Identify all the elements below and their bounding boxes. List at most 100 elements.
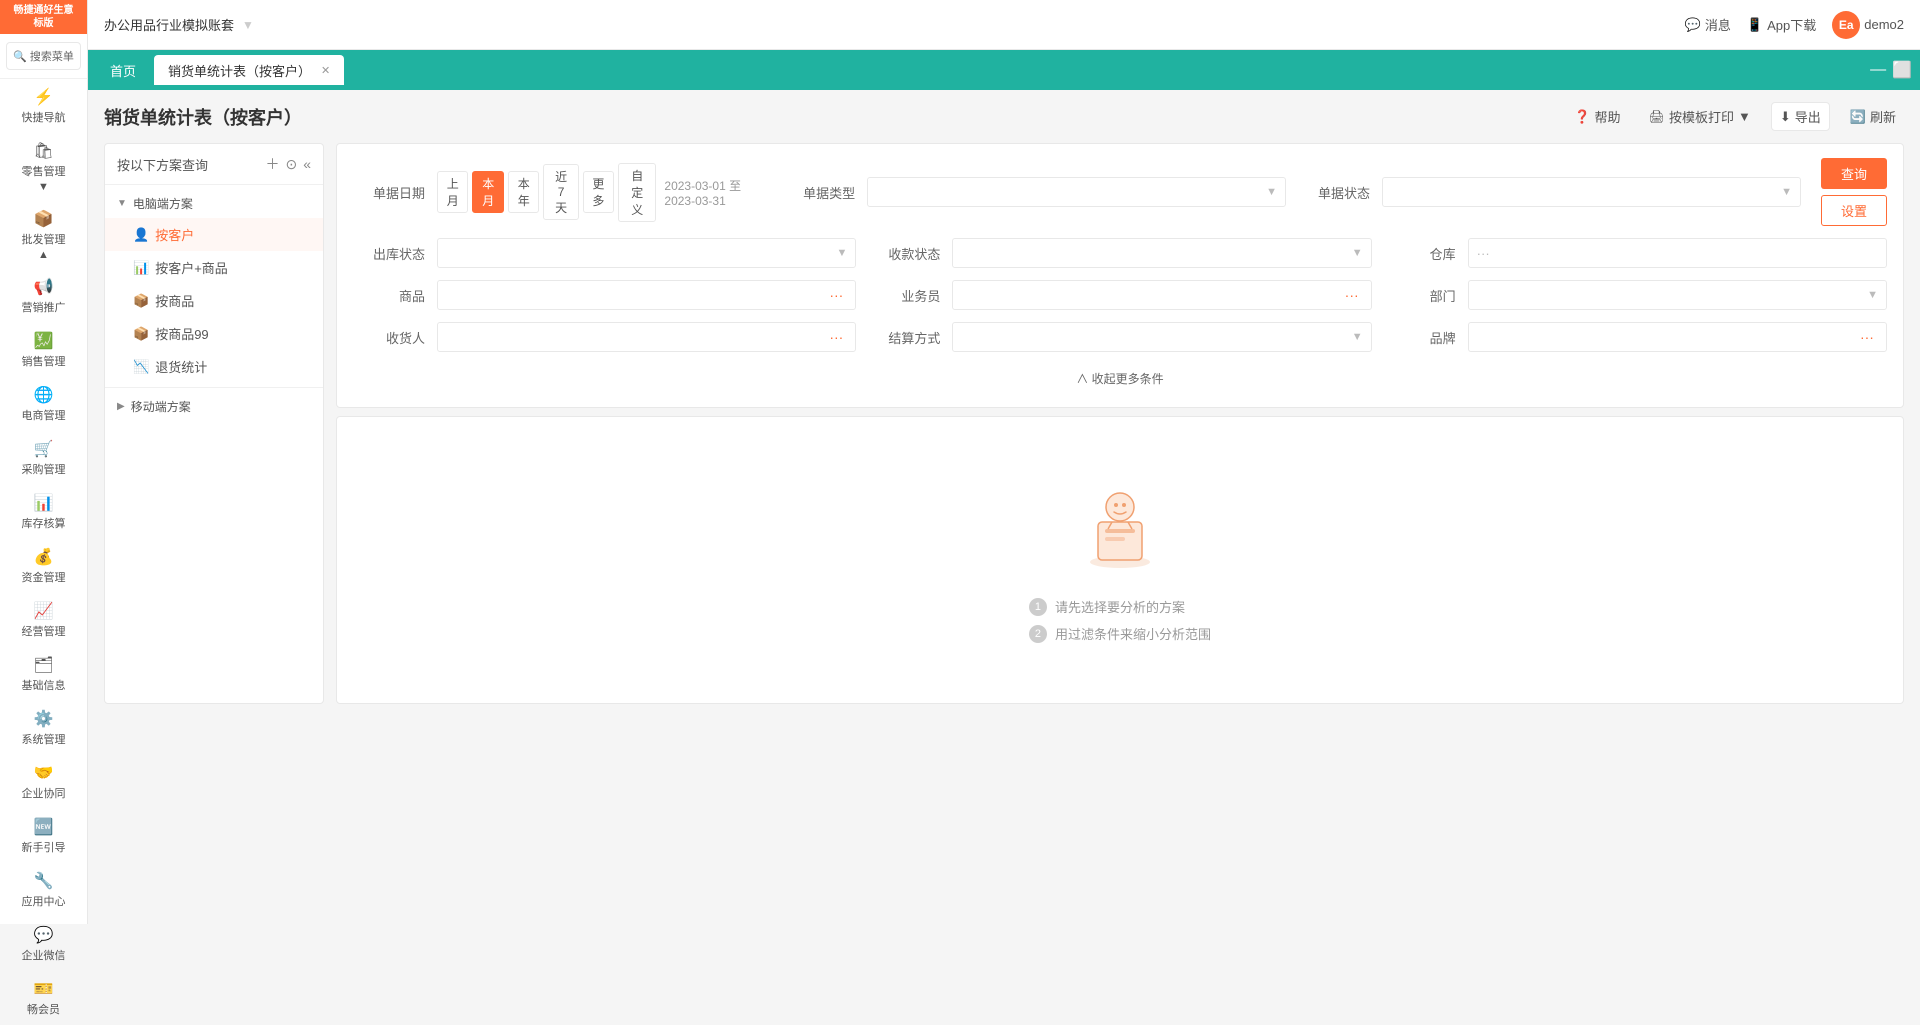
empty-hints: 1 请先选择要分析的方案 2 用过滤条件来缩小分析范围 <box>1029 597 1211 643</box>
query-button[interactable]: 查询 <box>1821 158 1887 189</box>
page-container: 销货单统计表（按客户） ❓ 帮助 🖨 按模板打印 ▼ ⬇ 导出 <box>88 90 1920 716</box>
department-select[interactable]: ▼ <box>1468 280 1887 310</box>
help-button[interactable]: ❓ 帮助 <box>1566 103 1628 130</box>
retail-icon: 🛍 <box>33 141 53 161</box>
sidebar-item-retail[interactable]: 🛍 零售管理 ▼ <box>0 133 87 201</box>
header-right: 💬 消息 📱 App下载 Ea demo2 <box>1685 11 1904 39</box>
print-icon: 🖨 <box>1648 109 1665 125</box>
setting-button[interactable]: 设置 <box>1821 195 1887 226</box>
empty-hint-1: 1 请先选择要分析的方案 <box>1029 597 1211 616</box>
ecommerce-icon: 🌐 <box>34 385 54 405</box>
salesperson-select[interactable]: ··· <box>952 280 1371 310</box>
system-icon: ⚙️ <box>34 709 54 729</box>
sidebar-item-member[interactable]: 🎫 畅会员 <box>0 971 87 1025</box>
doc-status-select[interactable]: ▼ <box>1382 177 1801 207</box>
tab-maximize-icon[interactable]: ⬜ <box>1892 60 1912 80</box>
scheme-item-customer-product[interactable]: 📊 按客户+商品 <box>105 251 323 284</box>
messages-button[interactable]: 💬 消息 <box>1685 15 1731 34</box>
help-icon: ❓ <box>1574 109 1590 125</box>
scheme-settings-button[interactable]: ⊙ <box>285 156 297 173</box>
brand-select[interactable]: ··· <box>1468 322 1887 352</box>
salesperson-label: 业务员 <box>868 286 940 305</box>
main-area: 办公用品行业模拟账套 ▼ 💬 消息 📱 App下载 Ea demo2 首页 <box>88 0 1920 924</box>
this-year-btn[interactable]: 本年 <box>508 171 539 213</box>
sidebar-item-marketing[interactable]: 📢 营销推广 <box>0 269 87 323</box>
brand-label: 品牌 <box>1384 328 1456 347</box>
scheme-add-button[interactable]: ＋ <box>265 154 279 174</box>
scheme-header: 按以下方案查询 ＋ ⊙ « <box>105 144 323 185</box>
sidebar-item-quicknav[interactable]: ⚡ 快捷导航 <box>0 79 87 133</box>
out-status-select[interactable]: ▼ <box>437 238 856 268</box>
scheme-group-mobile: ▶ 移动端方案 <box>105 388 323 425</box>
sidebar-item-inventory[interactable]: 📊 库存核算 <box>0 485 87 539</box>
warehouse-select[interactable]: ··· <box>1468 238 1887 268</box>
sidebar-item-sales[interactable]: 💹 销售管理 <box>0 323 87 377</box>
more-btn[interactable]: 更多 <box>583 171 614 213</box>
sidebar-item-enterprise[interactable]: 🤝 企业协同 <box>0 755 87 809</box>
brand-dots-icon[interactable]: ··· <box>1856 329 1878 345</box>
receiver-dots-icon[interactable]: ··· <box>825 329 847 345</box>
mobile-group-arrow-icon: ▶ <box>117 401 125 412</box>
export-button[interactable]: ⬇ 导出 <box>1771 102 1830 131</box>
this-month-btn[interactable]: 本月 <box>472 171 503 213</box>
last-7-days-btn[interactable]: 近7天 <box>543 164 578 220</box>
settlement-select[interactable]: ▼ <box>952 322 1371 352</box>
sidebar-item-finance[interactable]: 💰 资金管理 <box>0 539 87 593</box>
scheme-collapse-button[interactable]: « <box>303 156 311 172</box>
scheme-item-by-product[interactable]: 📦 按商品 <box>105 284 323 317</box>
tab-close-icon[interactable]: ✕ <box>321 64 330 77</box>
sidebar-item-wholesale[interactable]: 📦 批发管理 ▲ <box>0 201 87 269</box>
sidebar-item-basicinfo[interactable]: 🗂 基础信息 <box>0 647 87 701</box>
filter-row-4: 收货人 ··· 结算方式 ▼ 品牌 <box>353 322 1887 352</box>
main-panel: 按以下方案查询 ＋ ⊙ « ▼ 电脑端方案 <box>104 143 1904 704</box>
product-select[interactable]: ··· <box>437 280 856 310</box>
refresh-button[interactable]: 🔄 刷新 <box>1842 103 1904 130</box>
sidebar-item-operations[interactable]: 📈 经营管理 <box>0 593 87 647</box>
collapse-bar[interactable]: ∧ 收起更多条件 <box>353 364 1887 393</box>
enterprise-icon: 🤝 <box>34 763 54 783</box>
tab-home[interactable]: 首页 <box>96 55 150 85</box>
top-header: 办公用品行业模拟账套 ▼ 💬 消息 📱 App下载 Ea demo2 <box>88 0 1920 50</box>
receiver-select[interactable]: ··· <box>437 322 856 352</box>
salesperson-dots-icon[interactable]: ··· <box>1341 287 1363 303</box>
user-menu-button[interactable]: Ea demo2 <box>1832 11 1904 39</box>
product-label: 商品 <box>353 286 425 305</box>
settlement-label: 结算方式 <box>868 328 940 347</box>
sidebar-item-purchase[interactable]: 🛒 采购管理 <box>0 431 87 485</box>
sidebar-item-ecommerce[interactable]: 🌐 电商管理 <box>0 377 87 431</box>
custom-btn[interactable]: 自定义 <box>618 163 656 222</box>
refresh-icon: 🔄 <box>1850 109 1866 125</box>
tab-minimize-icon[interactable]: — <box>1870 61 1886 79</box>
filter-row-3: 商品 ··· 业务员 ··· 部门 <box>353 280 1887 310</box>
tab-sales-report[interactable]: 销货单统计表（按客户） ✕ <box>154 55 344 85</box>
sidebar-item-appcenter[interactable]: 🔧 应用中心 <box>0 863 87 917</box>
sidebar-item-system[interactable]: ⚙️ 系统管理 <box>0 701 87 755</box>
search-menu-button[interactable]: 🔍 搜索菜单 <box>6 42 81 70</box>
filter-row-1: 单据日期 上月 本月 本年 近7天 更多 自定义 20 <box>353 158 1887 226</box>
print-arrow-icon: ▼ <box>1738 109 1751 124</box>
marketing-icon: 📢 <box>34 277 54 297</box>
sidebar-item-corpwechat[interactable]: 💬 企业微信 <box>0 917 87 971</box>
app-download-button[interactable]: 📱 App下载 <box>1747 15 1816 34</box>
print-button[interactable]: 🖨 按模板打印 ▼ <box>1640 103 1758 130</box>
sidebar: 畅捷通好生意标版 🔍 搜索菜单 ⚡ 快捷导航 🛍 零售管理 ▼ 📦 批发管理 ▲… <box>0 0 88 924</box>
app-logo: 畅捷通好生意标版 <box>0 0 87 34</box>
last-month-btn[interactable]: 上月 <box>437 171 468 213</box>
page-header: 销货单统计表（按客户） ❓ 帮助 🖨 按模板打印 ▼ ⬇ 导出 <box>104 102 1904 131</box>
scheme-group-mobile-header[interactable]: ▶ 移动端方案 <box>105 392 323 421</box>
scheme-group-desktop-header[interactable]: ▼ 电脑端方案 <box>105 189 323 218</box>
customer-product-icon: 📊 <box>133 260 149 276</box>
sidebar-item-newuser[interactable]: 🆕 新手引导 <box>0 809 87 863</box>
appcenter-icon: 🔧 <box>34 871 54 891</box>
scheme-item-by-product-99[interactable]: 📦 按商品99 <box>105 317 323 350</box>
product-dots-icon[interactable]: ··· <box>825 287 847 303</box>
doc-type-select[interactable]: ▼ <box>867 177 1286 207</box>
settlement-arrow-icon: ▼ <box>1352 331 1363 343</box>
inventory-icon: 📊 <box>34 493 54 513</box>
newuser-icon: 🆕 <box>34 817 54 837</box>
scheme-item-by-customer[interactable]: 👤 按客户 <box>105 218 323 251</box>
scheme-item-return-stats[interactable]: 📉 退货统计 <box>105 350 323 383</box>
receipt-status-select[interactable]: ▼ <box>952 238 1371 268</box>
wholesale-icon: 📦 <box>34 209 54 229</box>
return-icon: 📉 <box>133 359 149 375</box>
